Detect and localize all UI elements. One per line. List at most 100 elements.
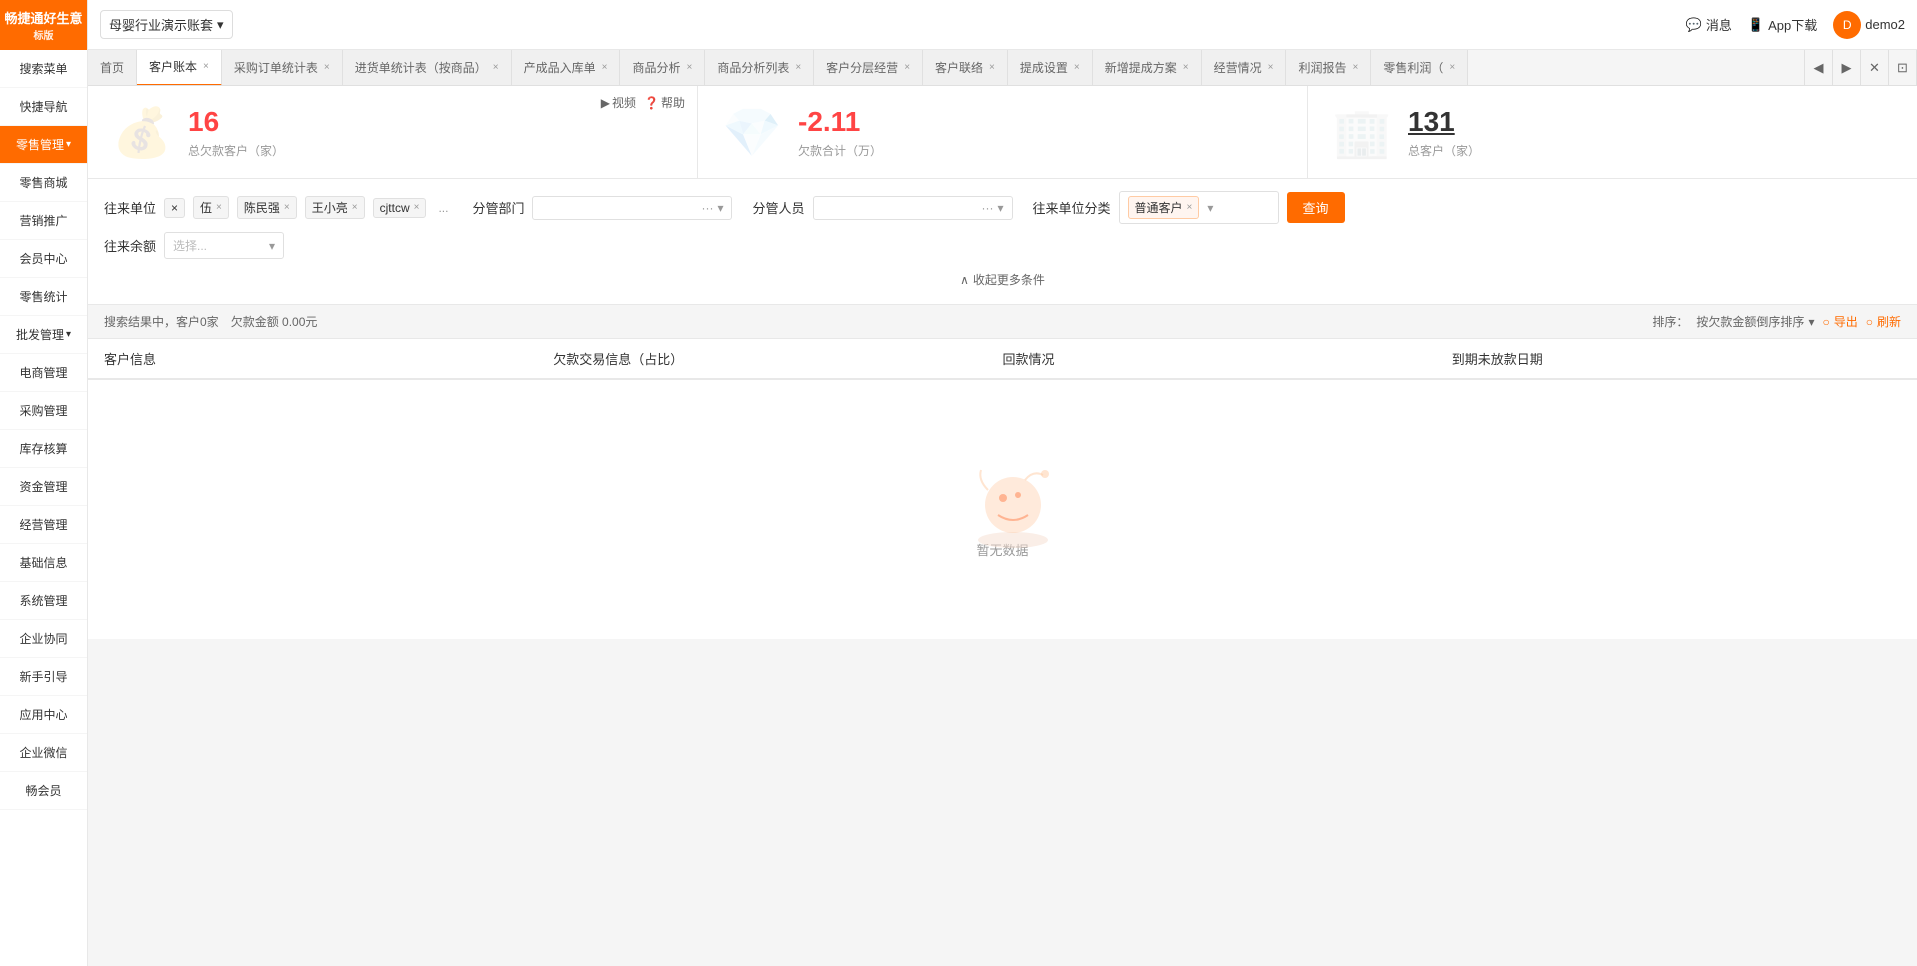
- tab-biz-situation[interactable]: 经营情况×: [1202, 50, 1287, 86]
- filter-tag-cj-close[interactable]: ×: [414, 202, 420, 213]
- sidebar-item-member-center[interactable]: 会员中心: [0, 240, 87, 278]
- video-btn[interactable]: ▶ 视频: [601, 94, 636, 111]
- tab-label-purchase-order: 采购订单统计表: [234, 59, 318, 76]
- sidebar-item-finance[interactable]: 资金管理: [0, 468, 87, 506]
- filter-tag-wang-close[interactable]: ×: [352, 202, 358, 213]
- query-button[interactable]: 查询: [1287, 192, 1345, 223]
- main-area: 母婴行业演示账套 ▾ 💬 消息 📱 App下载 D demo2 首页客户账本×采…: [88, 0, 1917, 966]
- sidebar-item-operation[interactable]: 经营管理: [0, 506, 87, 544]
- help-btn[interactable]: ❓ 帮助: [644, 94, 685, 111]
- person-select[interactable]: ··· ▾: [813, 196, 1013, 220]
- tab-maximize-btn[interactable]: ⊡: [1889, 50, 1917, 86]
- sort-arrow-icon: ▾: [1808, 315, 1814, 329]
- tab-label-home: 首页: [100, 59, 124, 76]
- logo-main: 畅捷通好生意: [4, 8, 82, 27]
- sidebar-item-label-retail-mgmt: 零售管理: [16, 136, 64, 153]
- sidebar-item-app-center[interactable]: 应用中心: [0, 696, 87, 734]
- tab-close-customer-seg[interactable]: ×: [904, 62, 910, 73]
- tab-promote-settings[interactable]: 提成设置×: [1008, 50, 1093, 86]
- overdue-customers-label: 总欠款客户（家）: [188, 142, 284, 159]
- dept-label: 分管部门: [472, 198, 524, 217]
- tab-next-btn[interactable]: ▶: [1833, 50, 1861, 86]
- search-result-text: 搜索结果中，客户0家: [104, 313, 219, 330]
- balance-select[interactable]: 选择... ▾: [164, 232, 284, 259]
- tab-close-cost-in[interactable]: ×: [602, 62, 608, 73]
- sidebar-item-inventory[interactable]: 库存核算: [0, 430, 87, 468]
- category-select[interactable]: 普通客户 × ▾: [1119, 191, 1279, 224]
- filter-more-tags[interactable]: ...: [434, 199, 452, 217]
- sidebar-item-vip-member[interactable]: 畅会员: [0, 772, 87, 810]
- tab-close-biz-situation[interactable]: ×: [1268, 62, 1274, 73]
- sidebar-item-basic-info[interactable]: 基础信息: [0, 544, 87, 582]
- message-btn[interactable]: 💬 消息: [1686, 15, 1732, 34]
- tab-close-profit-report[interactable]: ×: [1352, 62, 1358, 73]
- tab-label-purchase-stat: 进货单统计表（按商品）: [355, 59, 487, 76]
- col-customer-info: 客户信息: [104, 349, 553, 368]
- company-selector[interactable]: 母婴行业演示账套 ▾: [100, 10, 233, 39]
- refresh-btn[interactable]: ○ 刷新: [1866, 313, 1901, 330]
- tab-cost-in[interactable]: 产成品入库单×: [512, 50, 621, 86]
- tab-close-all-btn[interactable]: ✕: [1861, 50, 1889, 86]
- tab-retail-profit[interactable]: 零售利润（×: [1371, 50, 1468, 86]
- tab-goods-analysis[interactable]: 商品分析×: [620, 50, 705, 86]
- collapse-btn[interactable]: ∧ 收起更多条件: [960, 271, 1045, 288]
- tab-close-promote-settings[interactable]: ×: [1074, 62, 1080, 73]
- tab-close-retail-profit[interactable]: ×: [1449, 62, 1455, 73]
- tab-customer-seg[interactable]: 客户分层经营×: [814, 50, 923, 86]
- stat-total-customers-info: 131 总客户（家）: [1408, 105, 1480, 160]
- sidebar-item-sys-mgmt[interactable]: 系统管理: [0, 582, 87, 620]
- tab-close-goods-analysis-list[interactable]: ×: [795, 62, 801, 73]
- app-download-btn[interactable]: 📱 App下载: [1748, 15, 1817, 34]
- overdue-amount-icon: 💎: [722, 102, 782, 162]
- person-more-icon: ···: [981, 201, 993, 215]
- tab-home[interactable]: 首页: [88, 50, 137, 86]
- sidebar-item-ecommerce[interactable]: 电商管理: [0, 354, 87, 392]
- dept-select[interactable]: ··· ▾: [532, 196, 732, 220]
- stat-overdue-customers-info: 16 总欠款客户（家）: [188, 105, 284, 160]
- tab-purchase-stat[interactable]: 进货单统计表（按商品） ×: [343, 50, 512, 86]
- result-bar: 搜索结果中，客户0家 欠款金额 0.00元 排序： 按欠款金额倒序排序 ▾ ○ …: [88, 305, 1917, 339]
- stat-overdue-amount: 💎 -2.11 欠款合计（万）: [698, 86, 1308, 178]
- person-label: 分管人员: [752, 198, 804, 217]
- sidebar-item-purchase[interactable]: 采购管理: [0, 392, 87, 430]
- export-btn[interactable]: ○ 导出: [1822, 313, 1857, 330]
- tab-goods-analysis-list[interactable]: 商品分析列表×: [705, 50, 814, 86]
- user-profile[interactable]: D demo2: [1833, 11, 1905, 39]
- sidebar-item-enterprise[interactable]: 企业协同: [0, 620, 87, 658]
- stats-row: 💰 16 总欠款客户（家） ▶ 视频 ❓ 帮助 💎 -2.11 欠款合计（万）: [88, 86, 1917, 179]
- category-tag-close[interactable]: ×: [1187, 202, 1193, 213]
- unit-label: 往来单位: [104, 198, 156, 217]
- topbar: 母婴行业演示账套 ▾ 💬 消息 📱 App下载 D demo2: [88, 0, 1917, 50]
- tab-purchase-order[interactable]: 采购订单统计表 ×: [222, 50, 343, 86]
- sidebar-item-wholesale-mgmt[interactable]: 批发管理▾: [0, 316, 87, 354]
- tab-close-purchase-stat[interactable]: ×: [493, 62, 499, 73]
- sidebar-item-search[interactable]: 搜索菜单: [0, 50, 87, 88]
- tab-close-goods-analysis[interactable]: ×: [686, 62, 692, 73]
- sidebar-item-new-guide[interactable]: 新手引导: [0, 658, 87, 696]
- filter-tag-chen-close[interactable]: ×: [284, 202, 290, 213]
- sidebar-item-quick-nav[interactable]: 快捷导航: [0, 88, 87, 126]
- tab-customer-contact[interactable]: 客户联络×: [923, 50, 1008, 86]
- tab-close-customer-account[interactable]: ×: [203, 61, 209, 72]
- page-content: 💰 16 总欠款客户（家） ▶ 视频 ❓ 帮助 💎 -2.11 欠款合计（万）: [88, 86, 1917, 966]
- tab-prev-btn[interactable]: ◀: [1805, 50, 1833, 86]
- filter-tag-cj: cjttcw ×: [373, 198, 427, 218]
- sidebar-item-wechat-biz[interactable]: 企业微信: [0, 734, 87, 772]
- tab-profit-report[interactable]: 利润报告×: [1286, 50, 1371, 86]
- sidebar-item-retail-mgmt[interactable]: 零售管理▾: [0, 126, 87, 164]
- tab-close-purchase-order[interactable]: ×: [324, 62, 330, 73]
- collapse-row: ∧ 收起更多条件: [104, 267, 1901, 292]
- sort-select[interactable]: 按欠款金额倒序排序 ▾: [1696, 313, 1814, 330]
- sidebar-item-marketing[interactable]: 营销推广: [0, 202, 87, 240]
- tab-close-customer-contact[interactable]: ×: [989, 62, 995, 73]
- tab-customer-account[interactable]: 客户账本 ×: [137, 50, 222, 86]
- tab-label-customer-account: 客户账本: [149, 58, 197, 75]
- tab-close-new-promote[interactable]: ×: [1183, 62, 1189, 73]
- sidebar-item-retail-stat[interactable]: 零售统计: [0, 278, 87, 316]
- tab-new-promote[interactable]: 新增提成方案×: [1093, 50, 1202, 86]
- filter-tag-wu-close[interactable]: ×: [216, 202, 222, 213]
- empty-state: 暂无数据: [88, 380, 1917, 639]
- sort-label: 排序：: [1652, 313, 1688, 330]
- sidebar-item-retail-mall[interactable]: 零售商城: [0, 164, 87, 202]
- refresh-icon: ○: [1866, 315, 1873, 329]
